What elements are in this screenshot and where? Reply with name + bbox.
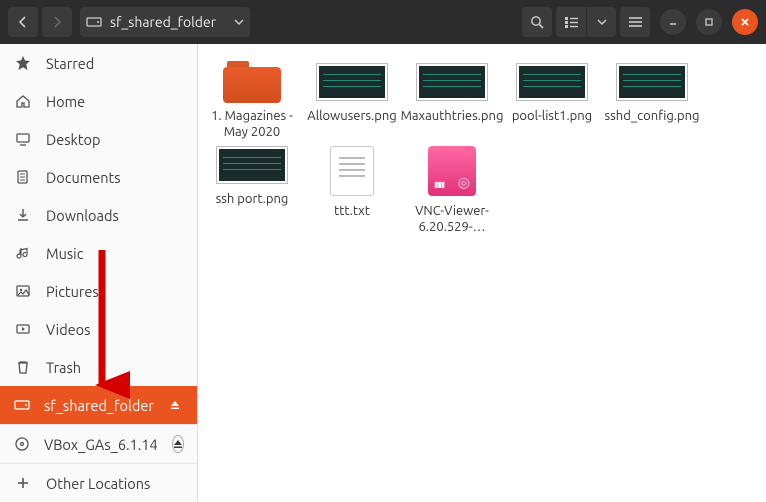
sidebar: Starred Home Desktop Documents Downloads Musi… bbox=[0, 44, 198, 502]
list-view-button[interactable] bbox=[556, 7, 586, 37]
file-item[interactable]: ttt.txt bbox=[306, 145, 398, 236]
sidebar-item-label: Trash bbox=[46, 359, 81, 376]
folder-icon bbox=[217, 62, 287, 102]
file-label: 1. Magazines - May 2020 bbox=[206, 108, 298, 141]
file-item[interactable]: Allowusers.png bbox=[306, 62, 398, 141]
sidebar-item-label: Music bbox=[46, 245, 83, 262]
titlebar: sf_shared_folder bbox=[0, 0, 766, 44]
music-icon bbox=[14, 245, 32, 261]
file-item[interactable]: pool-list1.png bbox=[506, 62, 598, 141]
file-label: pool-list1.png bbox=[512, 108, 592, 124]
sidebar-item-label: Starred bbox=[46, 55, 94, 72]
file-item[interactable]: Maxauthtries.png bbox=[406, 62, 498, 141]
sidebar-item-sf-shared-folder[interactable]: sf_shared_folder bbox=[0, 386, 197, 424]
sidebar-item-home[interactable]: Home bbox=[0, 82, 197, 120]
minimize-button[interactable] bbox=[660, 9, 686, 35]
sidebar-item-downloads[interactable]: Downloads bbox=[0, 196, 197, 234]
sidebar-item-label: Home bbox=[46, 93, 85, 110]
documents-icon bbox=[14, 169, 32, 185]
drive-icon bbox=[86, 15, 102, 29]
png-icon bbox=[517, 62, 587, 102]
file-item[interactable]: VNC-Viewer-6.20.529-… bbox=[406, 145, 498, 236]
sidebar-item-label: Pictures bbox=[46, 283, 99, 300]
sidebar-item-vbox-gas-6-1-14[interactable]: VBox_GAs_6.1.14 bbox=[0, 425, 197, 463]
nav-forward-button[interactable] bbox=[42, 7, 72, 37]
close-button[interactable] bbox=[732, 9, 758, 35]
sidebar-item-label: sf_shared_folder bbox=[44, 397, 154, 414]
eject-button[interactable] bbox=[168, 396, 183, 414]
hamburger-menu-button[interactable] bbox=[620, 7, 650, 37]
txt-icon bbox=[317, 145, 387, 197]
file-item[interactable]: sshd_config.png bbox=[606, 62, 698, 141]
maximize-button[interactable] bbox=[696, 9, 722, 35]
view-mode-group bbox=[556, 7, 616, 37]
home-icon bbox=[14, 93, 32, 109]
file-label: VNC-Viewer-6.20.529-… bbox=[406, 203, 498, 236]
eject-button[interactable] bbox=[172, 435, 184, 453]
disc-icon bbox=[14, 436, 30, 452]
desktop-icon bbox=[14, 131, 32, 147]
file-label: ssh port.png bbox=[216, 191, 289, 207]
file-item[interactable]: 1. Magazines - May 2020 bbox=[206, 62, 298, 141]
pictures-icon bbox=[14, 283, 32, 299]
sidebar-item-other-locations[interactable]: Other Locations bbox=[0, 464, 197, 502]
file-label: ttt.txt bbox=[334, 203, 370, 219]
trash-icon bbox=[14, 359, 32, 375]
deb-icon bbox=[417, 145, 487, 197]
sidebar-item-label: Desktop bbox=[46, 131, 100, 148]
sidebar-item-label: VBox_GAs_6.1.14 bbox=[44, 436, 158, 453]
plus-icon bbox=[14, 475, 32, 491]
videos-icon bbox=[14, 321, 32, 337]
png-icon bbox=[217, 145, 287, 185]
sidebar-item-trash[interactable]: Trash bbox=[0, 348, 197, 386]
png-icon bbox=[417, 62, 487, 102]
file-label: sshd_config.png bbox=[604, 108, 699, 124]
sidebar-item-label: Videos bbox=[46, 321, 90, 338]
chevron-down-icon bbox=[234, 17, 244, 27]
file-content-area[interactable]: 1. Magazines - May 2020 Allowusers.png Max… bbox=[198, 44, 766, 502]
downloads-icon bbox=[14, 207, 32, 223]
path-bar[interactable]: sf_shared_folder bbox=[80, 7, 250, 37]
nav-back-button[interactable] bbox=[8, 7, 38, 37]
sidebar-item-music[interactable]: Music bbox=[0, 234, 197, 272]
sidebar-item-label: Documents bbox=[46, 169, 121, 186]
search-button[interactable] bbox=[522, 7, 552, 37]
png-icon bbox=[617, 62, 687, 102]
sidebar-item-desktop[interactable]: Desktop bbox=[0, 120, 197, 158]
star-icon bbox=[14, 55, 32, 71]
file-label: Allowusers.png bbox=[307, 108, 396, 124]
sidebar-item-label: Downloads bbox=[46, 207, 119, 224]
sidebar-item-starred[interactable]: Starred bbox=[0, 44, 197, 82]
file-label: Maxauthtries.png bbox=[401, 108, 504, 124]
path-label: sf_shared_folder bbox=[110, 14, 216, 30]
sidebar-item-documents[interactable]: Documents bbox=[0, 158, 197, 196]
sidebar-item-pictures[interactable]: Pictures bbox=[0, 272, 197, 310]
png-icon bbox=[317, 62, 387, 102]
drive-icon bbox=[14, 398, 30, 412]
sidebar-item-label: Other Locations bbox=[46, 475, 150, 492]
file-item[interactable]: ssh port.png bbox=[206, 145, 298, 236]
sidebar-item-videos[interactable]: Videos bbox=[0, 310, 197, 348]
view-options-button[interactable] bbox=[586, 7, 616, 37]
